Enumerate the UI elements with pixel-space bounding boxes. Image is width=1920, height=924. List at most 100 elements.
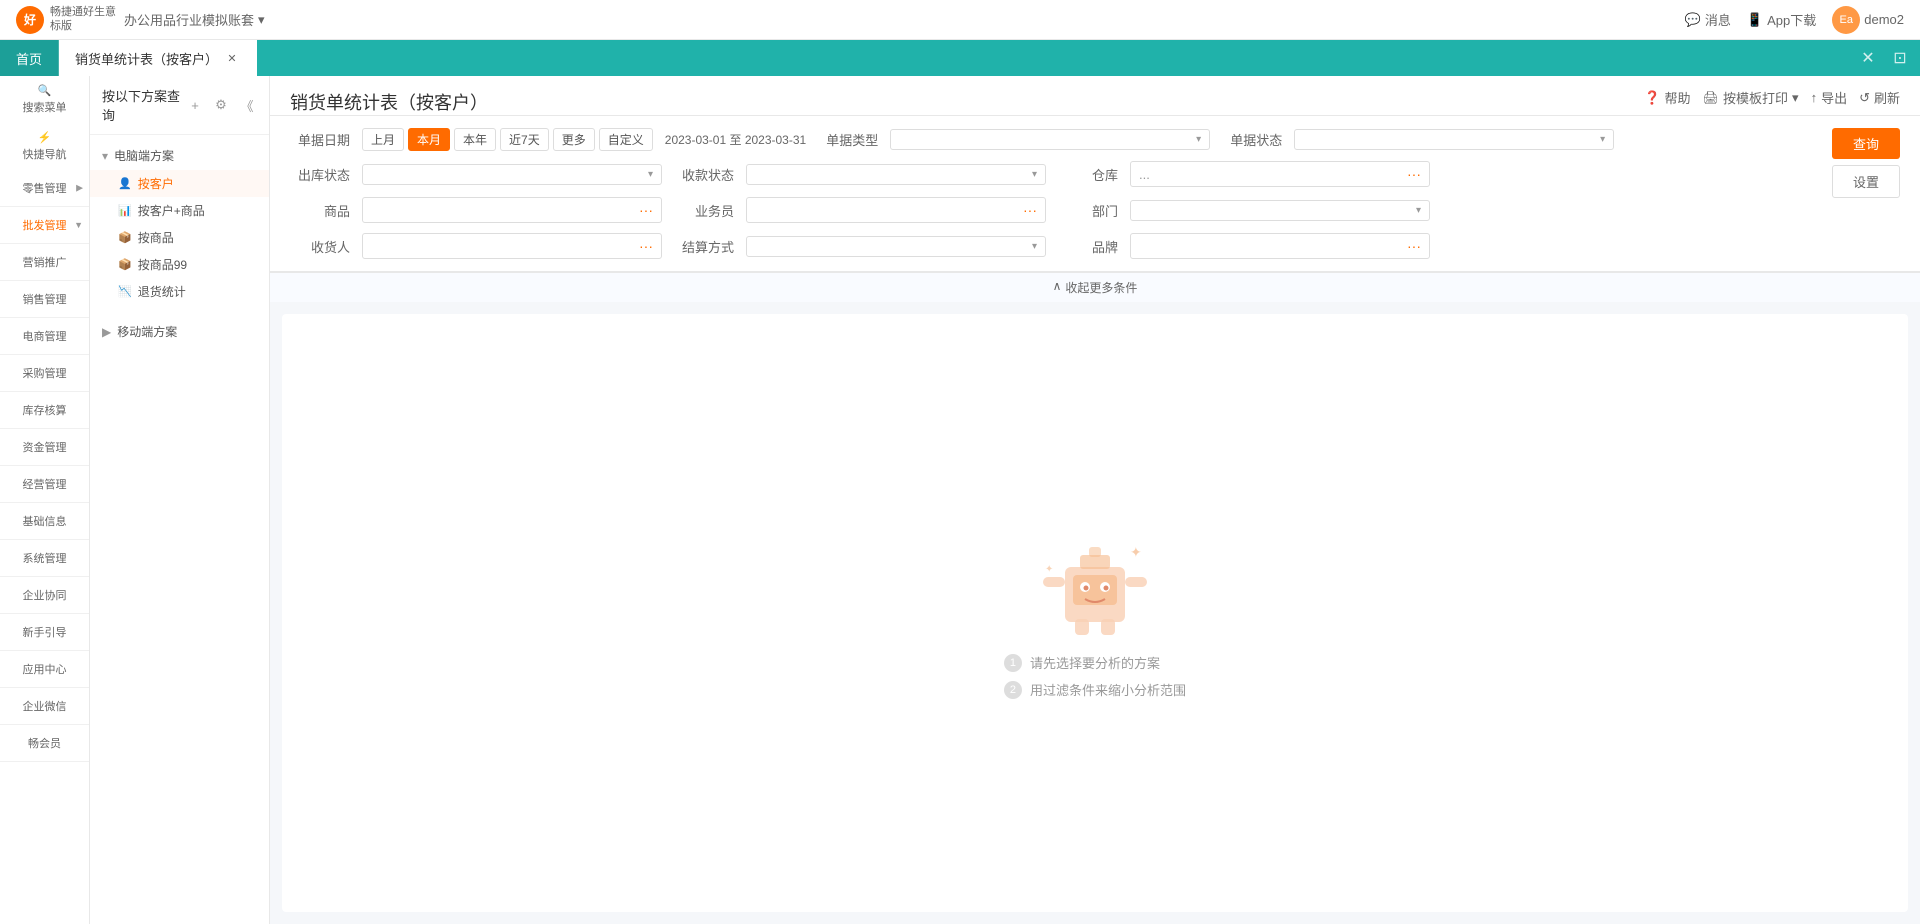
receipt-status-select[interactable]: ▾ — [746, 164, 1046, 185]
export-icon: ↑ — [1811, 90, 1818, 105]
return-stats-icon: 📉 — [118, 285, 132, 298]
date-btn-last-month[interactable]: 上月 — [362, 128, 404, 151]
chevron-down-icon: ▼ — [74, 220, 83, 230]
doc-status-label: 单据状态 — [1222, 130, 1282, 149]
sidebar-item-retail[interactable]: 零售管理 ▶ — [0, 170, 89, 207]
collapse-more-button[interactable]: ∧ 收起更多条件 — [270, 272, 1920, 302]
empty-tips: 1 请先选择要分析的方案 2 用过滤条件来缩小分析范围 — [1004, 653, 1186, 699]
sidebar-item-wechat[interactable]: 企业微信 — [0, 688, 89, 725]
query-buttons: 查询 设置 — [1832, 128, 1900, 198]
salesman-dots-icon[interactable]: ··· — [1023, 202, 1037, 218]
message-button[interactable]: 💬 消息 — [1685, 10, 1731, 29]
sidebar-item-appcenter[interactable]: 应用中心 — [0, 651, 89, 688]
tab-bar: 首页 销货单统计表（按客户） ✕ ✕ ⊡ — [0, 40, 1920, 76]
sidebar-item-purchase[interactable]: 采购管理 — [0, 355, 89, 392]
warehouse-dots-icon[interactable]: ··· — [1407, 166, 1421, 182]
page-header: 销货单统计表（按客户） ❓ 帮助 🖨 按模板打印 ▾ ↑ 导出 ↺ 刷新 — [270, 76, 1920, 116]
receiver-select[interactable]: ··· — [362, 233, 662, 259]
doc-type-select[interactable]: ▾ — [890, 129, 1210, 150]
help-icon: ❓ — [1644, 90, 1660, 106]
tree-sub-item-by-goods-99[interactable]: 📦 按商品99 — [90, 251, 269, 278]
filter-area: 单据日期 上月 本月 本年 近7天 更多 自定义 2023-03-01 至 20… — [270, 116, 1920, 272]
tree-section-desktop: ▾ 电脑端方案 👤 按客户 📊 按客户+商品 📦 按商品 📦 按商品99 📉 — [90, 135, 269, 311]
sidebar-item-newbie[interactable]: 新手引导 — [0, 614, 89, 651]
date-btn-this-year[interactable]: 本年 — [454, 128, 496, 151]
sidebar-item-ecommerce[interactable]: 电商管理 — [0, 318, 89, 355]
print-arrow-icon: ▾ — [1792, 90, 1799, 106]
sidebar-item-finance[interactable]: 资金管理 — [0, 429, 89, 466]
doc-status-select[interactable]: ▾ — [1294, 129, 1614, 150]
user-menu-button[interactable]: Ea demo2 — [1832, 6, 1904, 34]
top-header: 好 畅捷通好生意 标版 办公用品行业模拟账套 ▾ 💬 消息 📱 App下载 Ea… — [0, 0, 1920, 40]
date-btn-this-month[interactable]: 本月 — [408, 128, 450, 151]
tree-item-desktop[interactable]: ▾ 电脑端方案 — [90, 141, 269, 170]
date-btn-more[interactable]: 更多 — [553, 128, 595, 151]
tree-sub-item-by-customer-goods[interactable]: 📊 按客户+商品 — [90, 197, 269, 224]
tab-bar-actions: ✕ ⊡ — [1856, 46, 1920, 70]
query-button[interactable]: 查询 — [1832, 128, 1900, 159]
warehouse-select[interactable]: ... ··· — [1130, 161, 1430, 187]
goods-dots-icon[interactable]: ··· — [639, 202, 653, 218]
tree-item-mobile[interactable]: ▶ 移动端方案 — [90, 317, 269, 346]
help-button[interactable]: ❓ 帮助 — [1644, 88, 1690, 107]
receiver-dots-icon[interactable]: ··· — [639, 238, 653, 254]
tab-home[interactable]: 首页 — [0, 40, 59, 76]
doc-type-arrow-icon: ▾ — [1196, 134, 1201, 145]
sidebar-item-wholesale[interactable]: 批发管理 ▼ — [0, 207, 89, 244]
out-status-label: 出库状态 — [290, 165, 350, 184]
sidebar-item-basic[interactable]: 基础信息 — [0, 503, 89, 540]
header-title: 办公用品行业模拟账套 ▾ — [124, 10, 265, 29]
out-status-arrow-icon: ▾ — [648, 169, 653, 180]
receiver-label: 收货人 — [290, 237, 350, 256]
sidebar-item-operation[interactable]: 经营管理 — [0, 466, 89, 503]
sidebar-item-marketing[interactable]: 营销推广 — [0, 244, 89, 281]
sidebar-item-sales[interactable]: 销售管理 — [0, 281, 89, 318]
panel-area: 按以下方案查询 + ⚙ 《 ▾ 电脑端方案 👤 按客户 📊 按客户+商品 📦 — [90, 76, 270, 924]
tab-restore-button[interactable]: ⊡ — [1888, 46, 1912, 70]
svg-text:✦: ✦ — [1045, 564, 1053, 575]
filter-row-4: 收货人 ··· 结算方式 ▾ 品牌 ··· — [290, 233, 1820, 259]
panel-collapse-button[interactable]: 《 — [237, 95, 257, 115]
goods-label: 商品 — [290, 201, 350, 220]
logo-area: 好 畅捷通好生意 标版 — [16, 6, 116, 34]
app-download-button[interactable]: 📱 App下载 — [1747, 10, 1816, 29]
goods-select[interactable]: ··· — [362, 197, 662, 223]
tab-close-icon[interactable]: ✕ — [224, 50, 240, 66]
sidebar-item-inventory[interactable]: 库存核算 — [0, 392, 89, 429]
filter-settings-button[interactable]: 设置 — [1832, 165, 1900, 198]
sidebar-item-enterprise[interactable]: 企业协同 — [0, 577, 89, 614]
date-btn-last-7[interactable]: 近7天 — [500, 128, 549, 151]
panel-settings-button[interactable]: ⚙ — [211, 95, 231, 115]
tree-sub-item-by-goods[interactable]: 📦 按商品 — [90, 224, 269, 251]
salesman-select[interactable]: ··· — [746, 197, 1046, 223]
logo-icon: 好 — [16, 6, 44, 34]
receipt-status-arrow-icon: ▾ — [1032, 169, 1037, 180]
search-menu-icon: 🔍 — [38, 84, 52, 97]
logo-text: 畅捷通好生意 标版 — [50, 6, 116, 32]
panel-add-button[interactable]: + — [185, 95, 205, 115]
sidebar-item-system[interactable]: 系统管理 — [0, 540, 89, 577]
brand-select[interactable]: ··· — [1130, 233, 1430, 259]
settlement-select[interactable]: ▾ — [746, 236, 1046, 257]
tab-sales-stats[interactable]: 销货单统计表（按客户） ✕ — [59, 40, 257, 76]
sidebar-item-quick-nav[interactable]: ⚡ 快捷导航 — [0, 123, 89, 170]
dept-select[interactable]: ▾ — [1130, 200, 1430, 221]
salesman-label: 业务员 — [674, 201, 734, 220]
tree-sub-item-return-stats[interactable]: 📉 退货统计 — [90, 278, 269, 305]
header-title-arrow-icon[interactable]: ▾ — [258, 12, 265, 28]
sidebar-item-vip[interactable]: 畅会员 — [0, 725, 89, 762]
tree-sub-item-by-customer[interactable]: 👤 按客户 — [90, 170, 269, 197]
filter-main: 单据日期 上月 本月 本年 近7天 更多 自定义 2023-03-01 至 20… — [290, 128, 1900, 259]
date-label: 单据日期 — [290, 130, 350, 149]
brand-dots-icon[interactable]: ··· — [1407, 238, 1421, 254]
filter-fields: 单据日期 上月 本月 本年 近7天 更多 自定义 2023-03-01 至 20… — [290, 128, 1820, 259]
print-button[interactable]: 🖨 按模板打印 ▾ — [1703, 88, 1799, 107]
tab-close-all-button[interactable]: ✕ — [1856, 46, 1880, 70]
export-button[interactable]: ↑ 导出 — [1811, 88, 1848, 107]
out-status-select[interactable]: ▾ — [362, 164, 662, 185]
by-customer-icon: 👤 — [118, 177, 132, 190]
sidebar-item-search[interactable]: 🔍 搜索菜单 — [0, 76, 89, 123]
app-download-icon: 📱 — [1747, 12, 1763, 28]
refresh-button[interactable]: ↺ 刷新 — [1859, 88, 1900, 107]
date-btn-custom[interactable]: 自定义 — [599, 128, 653, 151]
